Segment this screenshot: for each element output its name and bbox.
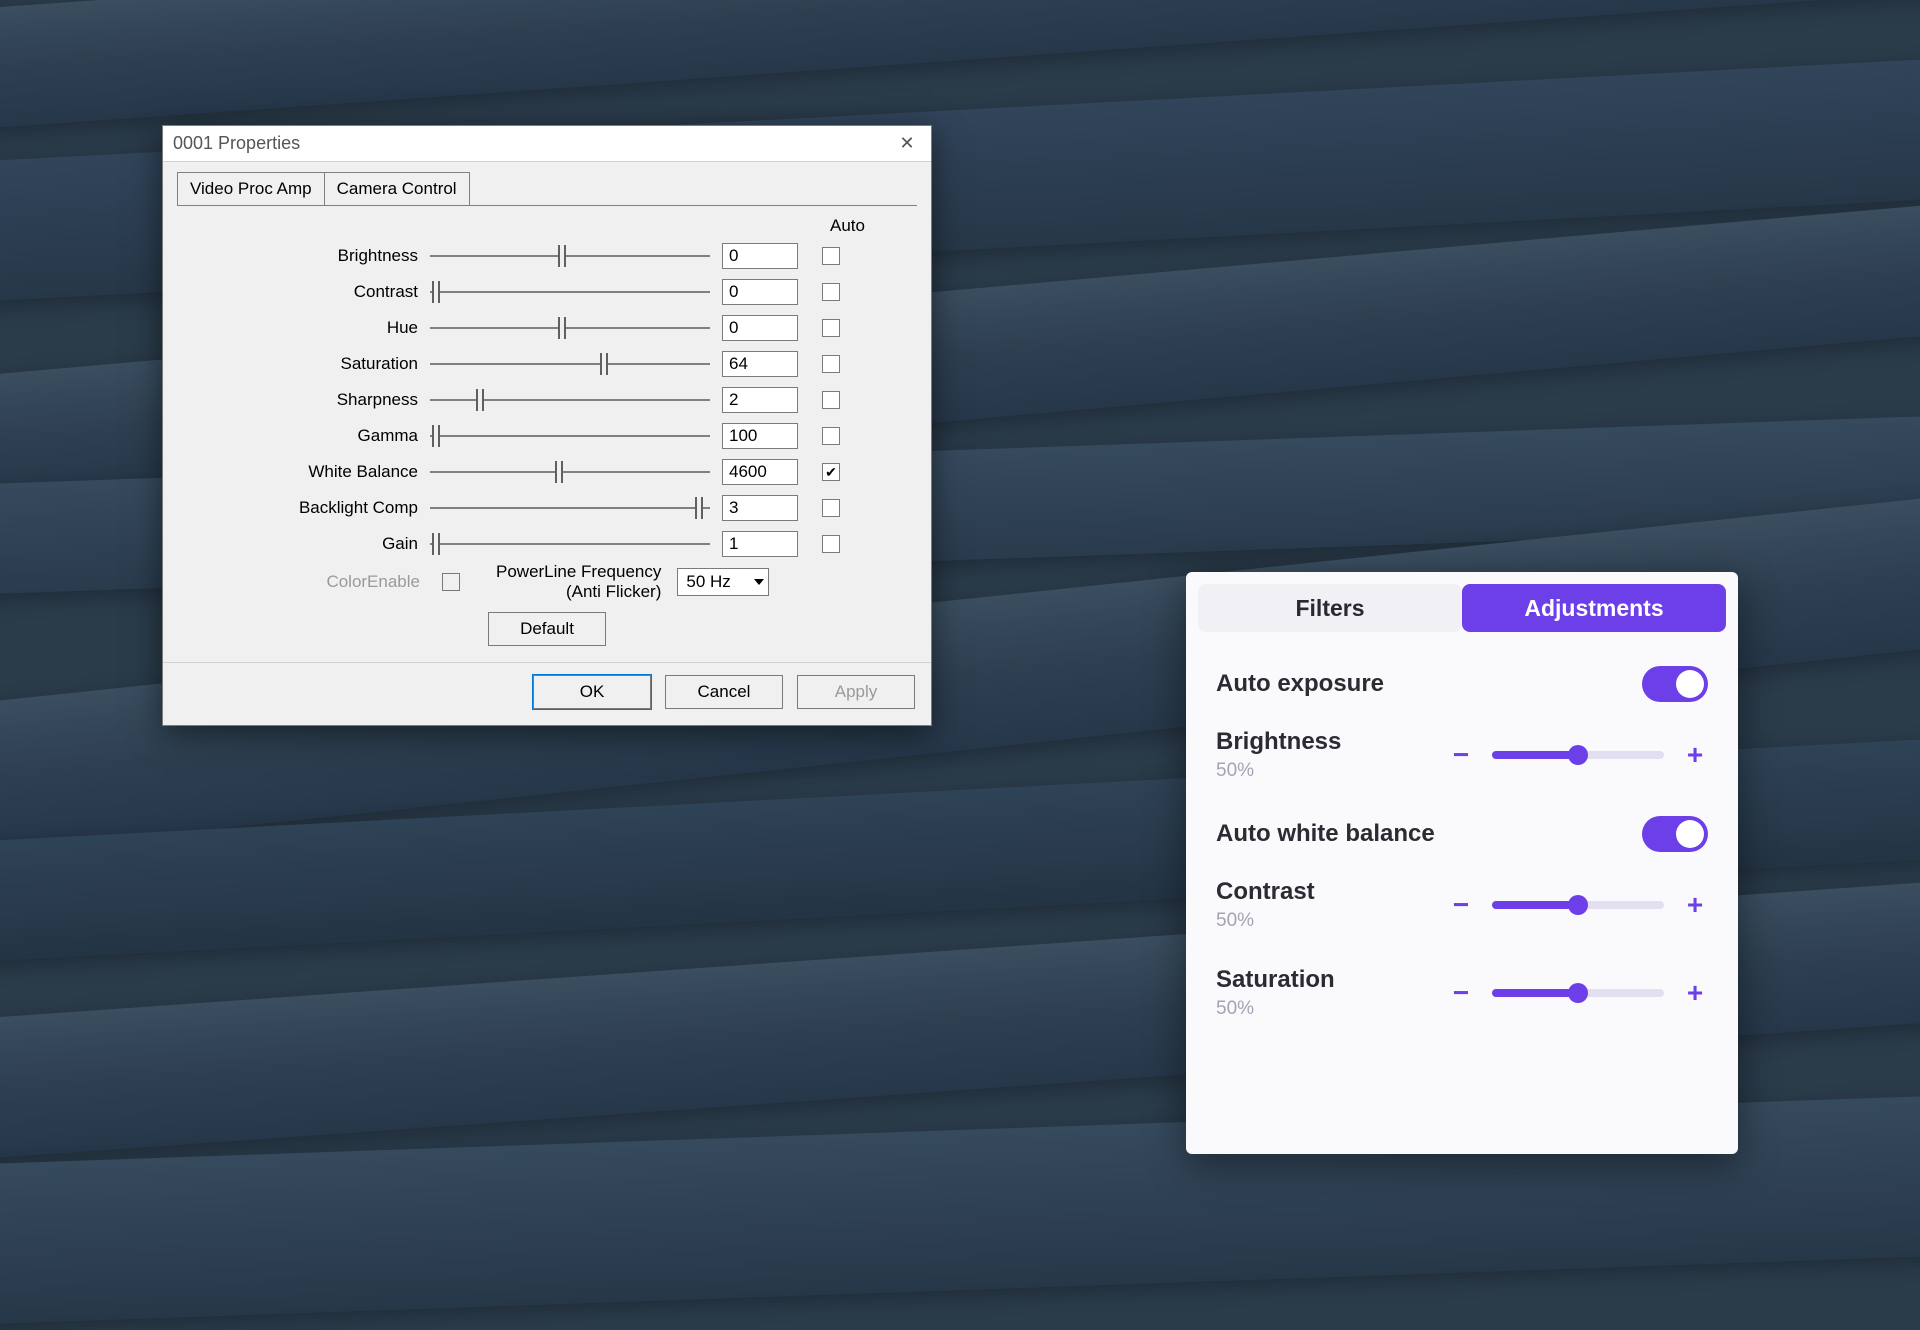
prop-row-gamma: Gamma xyxy=(185,418,909,454)
auto-wb-toggle[interactable] xyxy=(1642,816,1708,852)
brightness-slider[interactable] xyxy=(1492,751,1664,759)
chevron-down-icon xyxy=(754,579,764,585)
plus-icon[interactable]: + xyxy=(1682,980,1708,1006)
plus-icon[interactable]: + xyxy=(1682,892,1708,918)
prop-row-hue: Hue xyxy=(185,310,909,346)
prop-label: Contrast xyxy=(185,282,430,302)
auto-header: Auto xyxy=(185,216,909,236)
white-balance-slider[interactable] xyxy=(430,461,710,483)
dialog-tabs: Video Proc Amp Camera Control xyxy=(163,162,931,205)
minus-icon[interactable]: − xyxy=(1448,892,1474,918)
prop-label: Backlight Comp xyxy=(185,498,430,518)
auto-exposure-label: Auto exposure xyxy=(1216,670,1384,698)
sharpness-auto-checkbox[interactable] xyxy=(822,391,840,409)
contrast-row: Contrast 50% − + xyxy=(1216,878,1708,932)
contrast-slider[interactable] xyxy=(430,281,710,303)
saturation-slider[interactable] xyxy=(430,353,710,375)
backlight-comp-input[interactable] xyxy=(722,495,798,521)
prop-label: White Balance xyxy=(185,462,430,482)
prop-label: Brightness xyxy=(185,246,430,266)
default-button[interactable]: Default xyxy=(488,612,606,646)
contrast-auto-checkbox[interactable] xyxy=(822,283,840,301)
brightness-label: Brightness xyxy=(1216,728,1341,756)
properties-dialog: 0001 Properties ✕ Video Proc Amp Camera … xyxy=(162,125,932,726)
tab-camera-control[interactable]: Camera Control xyxy=(324,172,470,205)
backlight-comp-auto-checkbox[interactable] xyxy=(822,499,840,517)
brightness-row: Brightness 50% − + xyxy=(1216,728,1708,782)
prop-label: Gain xyxy=(185,534,430,554)
hue-auto-checkbox[interactable] xyxy=(822,319,840,337)
prop-row-sharpness: Sharpness xyxy=(185,382,909,418)
prop-row-contrast: Contrast xyxy=(185,274,909,310)
prop-label: Sharpness xyxy=(185,390,430,410)
brightness-input[interactable] xyxy=(722,243,798,269)
saturation-value: 50% xyxy=(1216,998,1335,1020)
auto-wb-label: Auto white balance xyxy=(1216,820,1435,848)
panel-tabs: Filters Adjustments xyxy=(1186,572,1738,644)
saturation-slider[interactable] xyxy=(1492,989,1664,997)
saturation-row: Saturation 50% − + xyxy=(1216,966,1708,1020)
sharpness-input[interactable] xyxy=(722,387,798,413)
tab-video-proc-amp[interactable]: Video Proc Amp xyxy=(177,172,325,205)
apply-button[interactable]: Apply xyxy=(797,675,915,709)
white-balance-input[interactable] xyxy=(722,459,798,485)
gamma-input[interactable] xyxy=(722,423,798,449)
gamma-auto-checkbox[interactable] xyxy=(822,427,840,445)
brightness-value: 50% xyxy=(1216,760,1341,782)
color-powerline-row: ColorEnable PowerLine Frequency (Anti Fl… xyxy=(185,562,909,602)
color-enable-label: ColorEnable xyxy=(326,572,432,592)
tab-adjustments[interactable]: Adjustments xyxy=(1462,584,1726,632)
gain-auto-checkbox[interactable] xyxy=(822,535,840,553)
gamma-slider[interactable] xyxy=(430,425,710,447)
tab-filters[interactable]: Filters xyxy=(1198,584,1462,632)
color-enable-checkbox[interactable] xyxy=(442,573,460,591)
tab-panel: Auto Brightness Contrast Hue Saturation Shar… xyxy=(177,205,917,662)
gain-slider[interactable] xyxy=(430,533,710,555)
saturation-auto-checkbox[interactable] xyxy=(822,355,840,373)
prop-label: Hue xyxy=(185,318,430,338)
prop-label: Gamma xyxy=(185,426,430,446)
adjustments-panel: Filters Adjustments Auto exposure Bright… xyxy=(1186,572,1738,1154)
hue-slider[interactable] xyxy=(430,317,710,339)
dialog-buttons: OK Cancel Apply xyxy=(163,662,931,725)
sharpness-slider[interactable] xyxy=(430,389,710,411)
contrast-input[interactable] xyxy=(722,279,798,305)
prop-row-backlight-comp: Backlight Comp xyxy=(185,490,909,526)
close-icon[interactable]: ✕ xyxy=(889,130,925,158)
white-balance-auto-checkbox[interactable]: ✔ xyxy=(822,463,840,481)
prop-row-brightness: Brightness xyxy=(185,238,909,274)
contrast-slider[interactable] xyxy=(1492,901,1664,909)
prop-row-saturation: Saturation xyxy=(185,346,909,382)
contrast-value: 50% xyxy=(1216,910,1315,932)
dialog-titlebar[interactable]: 0001 Properties ✕ xyxy=(163,126,931,162)
ok-button[interactable]: OK xyxy=(533,675,651,709)
auto-exposure-toggle[interactable] xyxy=(1642,666,1708,702)
auto-wb-row: Auto white balance xyxy=(1216,816,1708,852)
brightness-auto-checkbox[interactable] xyxy=(822,247,840,265)
saturation-label: Saturation xyxy=(1216,966,1335,994)
brightness-slider[interactable] xyxy=(430,245,710,267)
prop-row-white-balance: White Balance ✔ xyxy=(185,454,909,490)
hue-input[interactable] xyxy=(722,315,798,341)
gain-input[interactable] xyxy=(722,531,798,557)
prop-label: Saturation xyxy=(185,354,430,374)
dialog-title: 0001 Properties xyxy=(173,133,300,154)
powerline-value: 50 Hz xyxy=(686,572,730,592)
plus-icon[interactable]: + xyxy=(1682,742,1708,768)
backlight-comp-slider[interactable] xyxy=(430,497,710,519)
powerline-label: PowerLine Frequency (Anti Flicker) xyxy=(496,562,661,601)
minus-icon[interactable]: − xyxy=(1448,980,1474,1006)
minus-icon[interactable]: − xyxy=(1448,742,1474,768)
saturation-input[interactable] xyxy=(722,351,798,377)
powerline-select[interactable]: 50 Hz xyxy=(677,568,769,596)
contrast-label: Contrast xyxy=(1216,878,1315,906)
cancel-button[interactable]: Cancel xyxy=(665,675,783,709)
prop-row-gain: Gain xyxy=(185,526,909,562)
auto-exposure-row: Auto exposure xyxy=(1216,666,1708,702)
